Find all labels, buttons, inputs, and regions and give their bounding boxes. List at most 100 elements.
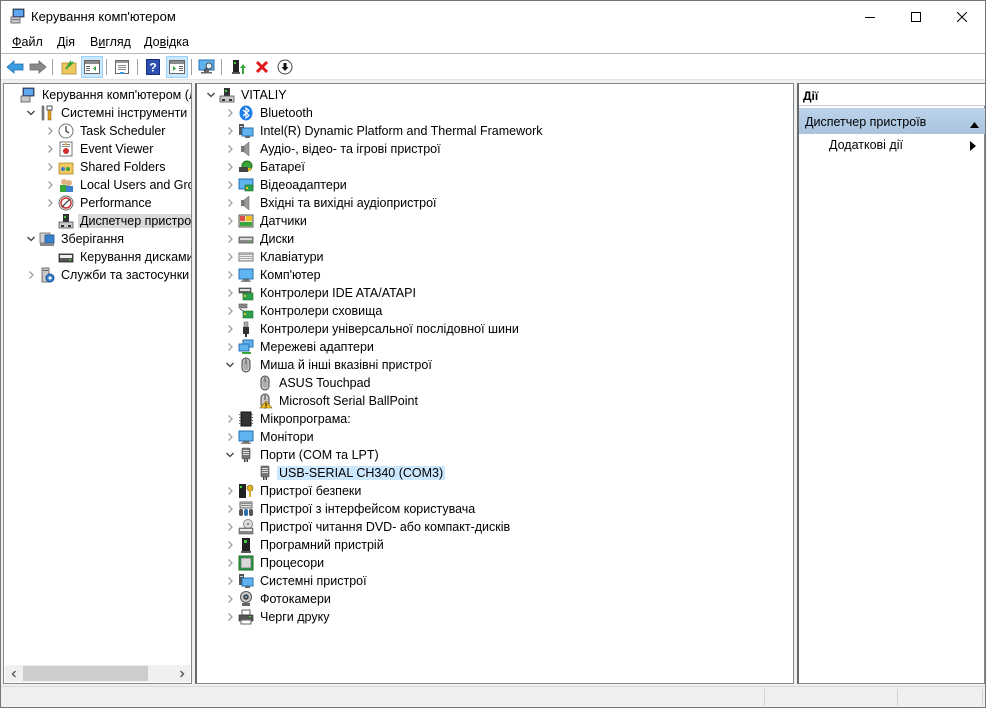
chevron-down-icon[interactable] xyxy=(222,446,238,464)
chevron-right-icon[interactable] xyxy=(222,284,238,302)
chevron-right-icon[interactable] xyxy=(222,536,238,554)
console-tree-item[interactable]: Диспетчер пристроїв xyxy=(42,212,191,230)
console-tree-item[interactable]: Event Viewer xyxy=(42,140,155,158)
device-tree-item[interactable]: Батареї xyxy=(222,158,307,176)
device-tree-item[interactable]: Датчики xyxy=(222,212,309,230)
chevron-right-icon[interactable] xyxy=(222,482,238,500)
console-tree-item[interactable]: Task Scheduler xyxy=(42,122,167,140)
chevron-right-icon[interactable] xyxy=(222,608,238,626)
chevron-down-icon[interactable] xyxy=(222,356,238,374)
chevron-right-icon[interactable] xyxy=(222,338,238,356)
minimize-button[interactable] xyxy=(847,1,893,32)
device-tree-item[interactable]: Вхідні та вихідні аудіопристрої xyxy=(222,194,439,212)
device-tree-item[interactable]: USB-SERIAL CH340 (COM3) xyxy=(241,464,446,482)
device-tree-item[interactable]: ASUS Touchpad xyxy=(241,374,373,392)
device-tree-item[interactable]: Клавіатури xyxy=(222,248,326,266)
device-tree-item[interactable]: Процесори xyxy=(222,554,326,572)
console-tree-item[interactable]: Зберігання xyxy=(23,230,126,248)
submenu-arrow-icon[interactable] xyxy=(970,140,976,154)
actions-section-device-manager[interactable]: Диспетчер пристроїв xyxy=(799,108,985,134)
chevron-right-icon[interactable] xyxy=(222,104,238,122)
device-tree-item[interactable]: Черги друку xyxy=(222,608,331,626)
chevron-down-icon[interactable] xyxy=(23,230,39,248)
chevron-right-icon[interactable] xyxy=(42,176,58,194)
chevron-right-icon[interactable] xyxy=(222,428,238,446)
chevron-right-icon[interactable] xyxy=(42,140,58,158)
chevron-right-icon[interactable] xyxy=(222,554,238,572)
device-tree-item[interactable]: VITALIY xyxy=(203,86,289,104)
chevron-right-icon[interactable] xyxy=(222,230,238,248)
device-tree-item[interactable]: Диски xyxy=(222,230,296,248)
collapse-up-icon[interactable] xyxy=(970,117,979,131)
console-tree-item[interactable]: Performance xyxy=(42,194,154,212)
device-tree-item[interactable]: Порти (COM та LPT) xyxy=(222,446,381,464)
console-tree-item[interactable]: Керування комп'ютером (локальний) xyxy=(4,86,191,104)
device-tree-item[interactable]: Відеоадаптери xyxy=(222,176,349,194)
chevron-right-icon[interactable] xyxy=(222,212,238,230)
device-tree-item[interactable]: Комп'ютер xyxy=(222,266,323,284)
close-button[interactable] xyxy=(939,1,985,32)
device-tree-item[interactable]: Програмний пристрій xyxy=(222,536,386,554)
device-tree-item[interactable]: Контролери IDE ATA/ATAPI xyxy=(222,284,418,302)
chevron-right-icon[interactable] xyxy=(222,158,238,176)
device-tree-item[interactable]: Пристрої з інтерфейсом користувача xyxy=(222,500,477,518)
chevron-right-icon[interactable] xyxy=(222,320,238,338)
device-tree-item[interactable]: Мікропрограма: xyxy=(222,410,353,428)
menu-file[interactable]: Файл xyxy=(12,35,43,49)
chevron-right-icon[interactable] xyxy=(222,122,238,140)
chevron-right-icon[interactable] xyxy=(23,266,39,284)
menu-view[interactable]: Вигляд xyxy=(90,35,131,49)
console-tree-item[interactable]: Керування дисками xyxy=(42,248,191,266)
chevron-down-icon[interactable] xyxy=(203,86,219,104)
device-tree-item[interactable]: Пристрої безпеки xyxy=(222,482,363,500)
console-tree-item[interactable]: Shared Folders xyxy=(42,158,167,176)
device-tree-item[interactable]: Миша й інші вказівні пристрої xyxy=(222,356,434,374)
up-folder-button[interactable] xyxy=(58,56,80,78)
show-hide-tree-button[interactable] xyxy=(81,56,103,78)
chevron-right-icon[interactable] xyxy=(42,194,58,212)
scrollbar-thumb[interactable] xyxy=(23,666,148,681)
show-hide-action-pane-button[interactable] xyxy=(166,56,188,78)
chevron-right-icon[interactable] xyxy=(222,194,238,212)
maximize-button[interactable] xyxy=(893,1,939,32)
chevron-right-icon[interactable] xyxy=(222,500,238,518)
chevron-right-icon[interactable] xyxy=(222,176,238,194)
menu-help[interactable]: Довідка xyxy=(144,35,189,49)
device-tree-item[interactable]: Мережеві адаптери xyxy=(222,338,376,356)
forward-button[interactable] xyxy=(27,56,49,78)
export-list-button[interactable] xyxy=(111,56,133,78)
device-tree-item[interactable]: Контролери сховища xyxy=(222,302,384,320)
device-tree-item[interactable]: Пристрої читання DVD- або компакт-дисків xyxy=(222,518,512,536)
back-button[interactable] xyxy=(4,56,26,78)
chevron-right-icon[interactable] xyxy=(222,266,238,284)
more-actions-item[interactable]: Додаткові дії xyxy=(829,138,903,152)
scroll-left-button[interactable] xyxy=(5,665,22,682)
disable-device-button[interactable] xyxy=(274,56,296,78)
console-tree-item[interactable]: Local Users and Groups xyxy=(42,176,191,194)
device-tree-item[interactable]: Монітори xyxy=(222,428,316,446)
device-tree-item[interactable]: Bluetooth xyxy=(222,104,315,122)
device-tree-item[interactable]: Аудіо-, відео- та ігрові пристрої xyxy=(222,140,443,158)
menu-action[interactable]: Дія xyxy=(57,35,75,49)
chevron-right-icon[interactable] xyxy=(222,590,238,608)
chevron-right-icon[interactable] xyxy=(42,158,58,176)
scan-hardware-button[interactable] xyxy=(196,56,218,78)
help-button[interactable]: ? xyxy=(142,56,164,78)
chevron-right-icon[interactable] xyxy=(222,572,238,590)
chevron-right-icon[interactable] xyxy=(222,140,238,158)
device-tree-item[interactable]: Контролери універсальної послідовної шин… xyxy=(222,320,521,338)
device-tree-item[interactable]: Фотокамери xyxy=(222,590,333,608)
console-tree-item[interactable]: Служби та застосунки xyxy=(23,266,191,284)
horizontal-scrollbar[interactable] xyxy=(5,665,190,682)
device-tree-item[interactable]: Intel(R) Dynamic Platform and Thermal Fr… xyxy=(222,122,544,140)
uninstall-device-button[interactable] xyxy=(251,56,273,78)
update-driver-button[interactable] xyxy=(228,56,250,78)
chevron-right-icon[interactable] xyxy=(222,248,238,266)
device-tree-item[interactable]: Microsoft Serial BallPoint xyxy=(241,392,420,410)
chevron-right-icon[interactable] xyxy=(222,518,238,536)
scroll-right-button[interactable] xyxy=(173,665,190,682)
chevron-right-icon[interactable] xyxy=(222,410,238,428)
device-tree-item[interactable]: Системні пристрої xyxy=(222,572,369,590)
chevron-right-icon[interactable] xyxy=(42,122,58,140)
chevron-right-icon[interactable] xyxy=(222,302,238,320)
